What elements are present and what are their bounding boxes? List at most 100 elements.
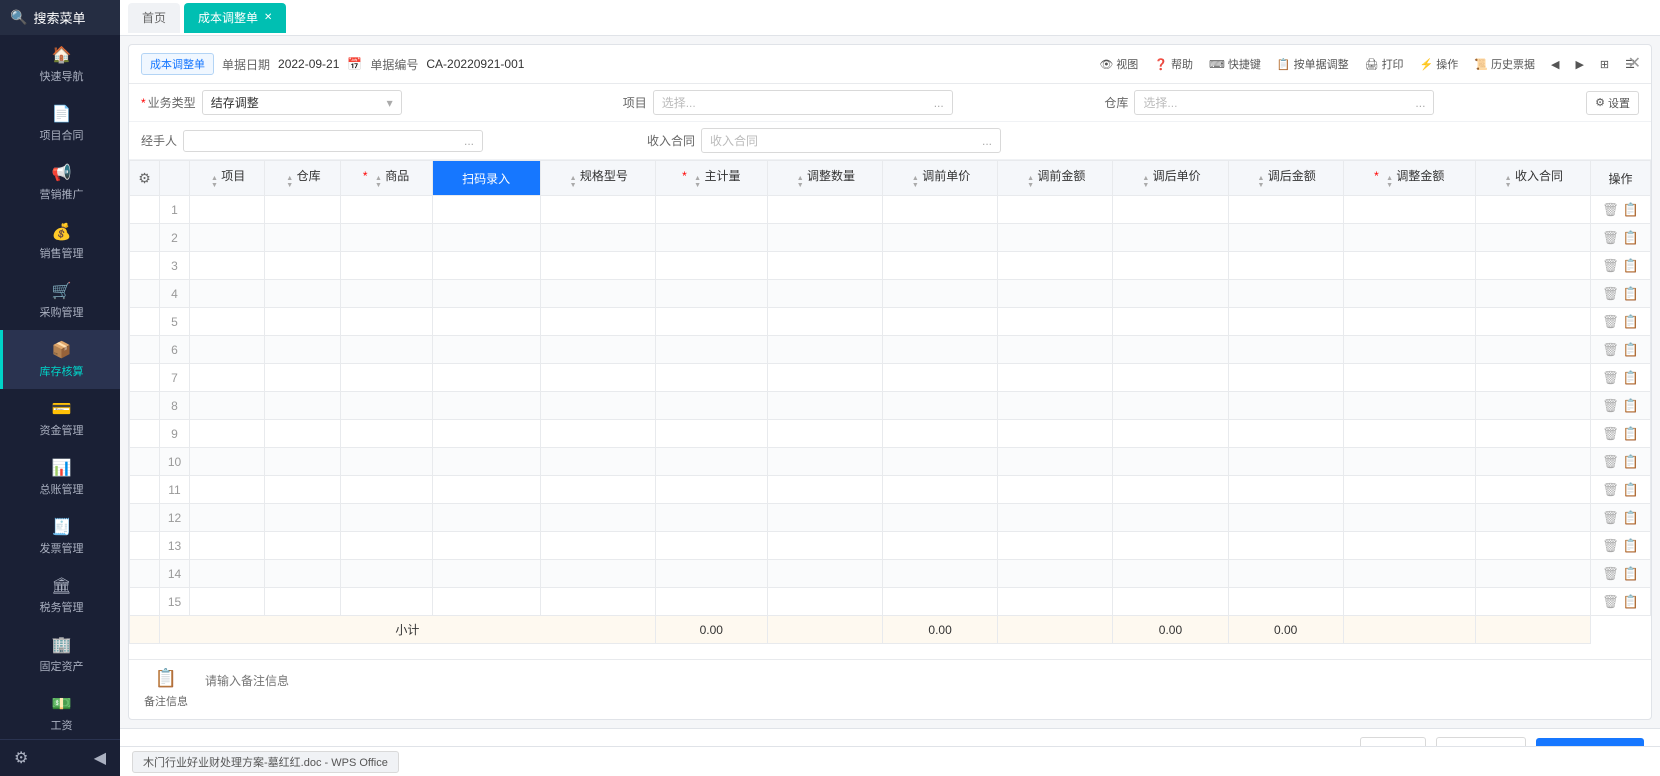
row-spec-type-cell[interactable] — [540, 420, 655, 448]
sidebar-item-project-contract[interactable]: 📄 项目合同 — [0, 94, 120, 153]
row-project-cell[interactable] — [190, 560, 265, 588]
sidebar-item-payroll[interactable]: 💵 工资 — [0, 684, 120, 739]
row-pre-amount-cell[interactable] — [998, 420, 1113, 448]
row-income-contract-cell[interactable] — [1475, 280, 1590, 308]
row-post-amount-cell[interactable] — [1228, 308, 1343, 336]
delete-btn[interactable]: 🗑 — [1602, 230, 1619, 245]
row-spec-type-cell[interactable] — [540, 308, 655, 336]
tab-close-icon[interactable]: ✕ — [264, 12, 272, 23]
copy-btn[interactable]: 📋 — [1623, 566, 1639, 581]
tab-cost-adjust[interactable]: 成本调整单 ✕ — [184, 3, 286, 33]
row-project-cell[interactable] — [190, 420, 265, 448]
row-spec-type-cell[interactable] — [540, 504, 655, 532]
batch-process-btn[interactable]: 📋按单据调整 — [1273, 54, 1353, 74]
sidebar-item-finance-mgmt[interactable]: 💳 资金管理 — [0, 389, 120, 448]
row-income-contract-cell[interactable] — [1475, 420, 1590, 448]
row-pre-unit-price-cell[interactable] — [882, 196, 997, 224]
row-scan-cell[interactable] — [432, 476, 540, 504]
row-post-amount-cell[interactable] — [1228, 280, 1343, 308]
col-post-amount[interactable]: ▲▼ 调后金额 — [1228, 161, 1343, 196]
row-pre-amount-cell[interactable] — [998, 336, 1113, 364]
row-income-contract-cell[interactable] — [1475, 308, 1590, 336]
row-post-unit-price-cell[interactable] — [1113, 420, 1228, 448]
row-spec-type-cell[interactable] — [540, 588, 655, 616]
row-adjust-amount-cell[interactable] — [1343, 308, 1475, 336]
copy-btn[interactable]: 📋 — [1623, 398, 1639, 413]
row-warehouse-cell[interactable] — [265, 196, 340, 224]
col-spec-type[interactable]: ▲▼ 规格型号 — [540, 161, 655, 196]
delete-btn[interactable]: 🗑 — [1602, 342, 1619, 357]
row-adjust-qty-cell[interactable] — [767, 308, 882, 336]
row-pre-unit-price-cell[interactable] — [882, 336, 997, 364]
row-post-unit-price-cell[interactable] — [1113, 252, 1228, 280]
row-adjust-amount-cell[interactable] — [1343, 420, 1475, 448]
row-post-amount-cell[interactable] — [1228, 420, 1343, 448]
row-product-cell[interactable] — [340, 504, 432, 532]
project-input[interactable]: 选择... ... — [653, 90, 953, 115]
taskbar-item[interactable]: 木门行业好业财处理方案-墓红红.doc - WPS Office — [132, 751, 399, 773]
row-project-cell[interactable] — [190, 392, 265, 420]
row-post-unit-price-cell[interactable] — [1113, 532, 1228, 560]
row-project-cell[interactable] — [190, 532, 265, 560]
row-post-unit-price-cell[interactable] — [1113, 560, 1228, 588]
row-warehouse-cell[interactable] — [265, 560, 340, 588]
row-adjust-qty-cell[interactable] — [767, 588, 882, 616]
delete-btn[interactable]: 🗑 — [1602, 454, 1619, 469]
row-post-amount-cell[interactable] — [1228, 532, 1343, 560]
row-pre-amount-cell[interactable] — [998, 308, 1113, 336]
row-warehouse-cell[interactable] — [265, 588, 340, 616]
row-pre-amount-cell[interactable] — [998, 504, 1113, 532]
row-adjust-amount-cell[interactable] — [1343, 448, 1475, 476]
row-adjust-qty-cell[interactable] — [767, 420, 882, 448]
row-project-cell[interactable] — [190, 280, 265, 308]
row-post-unit-price-cell[interactable] — [1113, 308, 1228, 336]
row-adjust-amount-cell[interactable] — [1343, 224, 1475, 252]
row-product-cell[interactable] — [340, 280, 432, 308]
sidebar-item-tax-mgmt[interactable]: 🏛 税务管理 — [0, 566, 120, 625]
sidebar-search[interactable]: 🔍 搜索菜单 — [0, 0, 120, 35]
row-post-unit-price-cell[interactable] — [1113, 504, 1228, 532]
row-unit-cell[interactable] — [655, 224, 767, 252]
row-pre-unit-price-cell[interactable] — [882, 448, 997, 476]
copy-btn[interactable]: 📋 — [1623, 370, 1639, 385]
row-post-unit-price-cell[interactable] — [1113, 448, 1228, 476]
row-scan-cell[interactable] — [432, 420, 540, 448]
row-spec-type-cell[interactable] — [540, 252, 655, 280]
sidebar-item-fixed-assets[interactable]: 🏢 固定资产 — [0, 625, 120, 684]
notes-input[interactable] — [201, 668, 1639, 708]
row-pre-amount-cell[interactable] — [998, 280, 1113, 308]
row-unit-cell[interactable] — [655, 504, 767, 532]
print-btn[interactable]: 🖨打印 — [1361, 54, 1408, 74]
row-income-contract-cell[interactable] — [1475, 588, 1590, 616]
shortcut-btn[interactable]: ⌨快捷键 — [1205, 54, 1265, 74]
row-post-amount-cell[interactable] — [1228, 476, 1343, 504]
row-warehouse-cell[interactable] — [265, 476, 340, 504]
row-income-contract-cell[interactable] — [1475, 252, 1590, 280]
row-income-contract-cell[interactable] — [1475, 448, 1590, 476]
row-spec-type-cell[interactable] — [540, 448, 655, 476]
row-pre-unit-price-cell[interactable] — [882, 392, 997, 420]
row-adjust-amount-cell[interactable] — [1343, 560, 1475, 588]
row-income-contract-cell[interactable] — [1475, 504, 1590, 532]
operation-btn[interactable]: ⚡操作 — [1416, 54, 1463, 74]
row-unit-cell[interactable] — [655, 308, 767, 336]
row-unit-cell[interactable] — [655, 560, 767, 588]
delete-btn[interactable]: 🗑 — [1602, 538, 1619, 553]
row-income-contract-cell[interactable] — [1475, 336, 1590, 364]
business-type-input[interactable]: 结存调整 ▾ — [202, 90, 402, 115]
row-income-contract-cell[interactable] — [1475, 476, 1590, 504]
row-project-cell[interactable] — [190, 448, 265, 476]
sidebar-item-purchase-mgmt[interactable]: 🛒 采购管理 — [0, 271, 120, 330]
row-post-amount-cell[interactable] — [1228, 448, 1343, 476]
row-post-unit-price-cell[interactable] — [1113, 392, 1228, 420]
row-adjust-qty-cell[interactable] — [767, 476, 882, 504]
row-project-cell[interactable] — [190, 476, 265, 504]
row-warehouse-cell[interactable] — [265, 448, 340, 476]
delete-btn[interactable]: 🗑 — [1602, 398, 1619, 413]
settings-btn[interactable]: ⚙ 设置 — [1586, 91, 1639, 115]
row-adjust-qty-cell[interactable] — [767, 392, 882, 420]
col-settings-gear[interactable]: ⚙ — [138, 170, 151, 186]
row-product-cell[interactable] — [340, 420, 432, 448]
row-pre-amount-cell[interactable] — [998, 252, 1113, 280]
row-scan-cell[interactable] — [432, 364, 540, 392]
